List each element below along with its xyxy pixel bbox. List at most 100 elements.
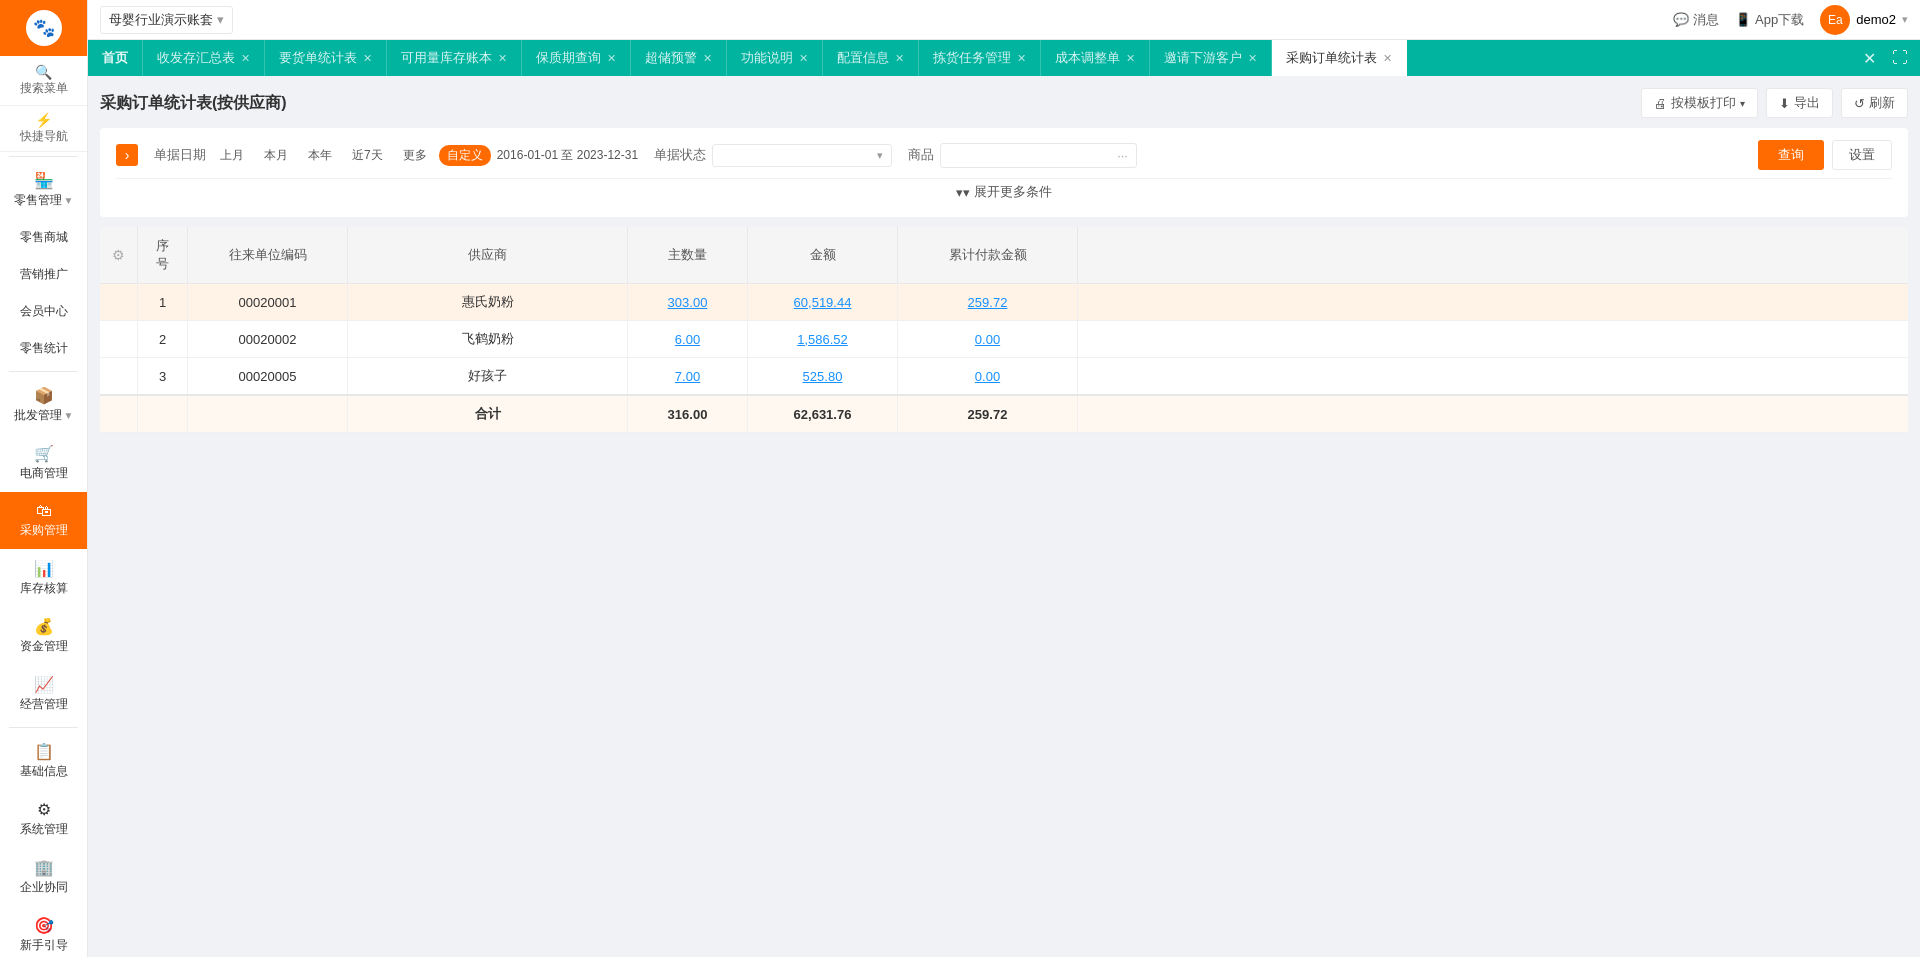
row-paid-cell[interactable]: 0.00: [898, 358, 1078, 396]
sidebar-item-finance[interactable]: 💰 资金管理: [0, 607, 87, 665]
sidebar-item-purchase[interactable]: 🛍 采购管理: [0, 492, 87, 549]
row-no-cell: 1: [138, 284, 188, 321]
sidebar-item-newbie[interactable]: 🎯 新手引导: [0, 906, 87, 957]
sidebar-item-retail-stat[interactable]: 零售统计: [0, 330, 87, 367]
avatar: Ea: [1820, 5, 1850, 35]
sidebar-item-marketing[interactable]: 营销推广: [0, 256, 87, 293]
tabbar-actions: ✕ ⛶: [1859, 45, 1920, 72]
sidebar-item-enterprise[interactable]: 🏢 企业协同: [0, 848, 87, 906]
sidebar-item-search[interactable]: 🔍 搜索菜单: [0, 56, 87, 106]
sidebar-item-quick-nav[interactable]: ⚡ 快捷导航: [0, 106, 87, 152]
workspace-arrow-icon: ▾: [217, 12, 224, 27]
col-settings-header[interactable]: ⚙: [100, 227, 138, 284]
tab-picking-task[interactable]: 拣货任务管理 ✕: [919, 40, 1041, 76]
close-icon[interactable]: ✕: [607, 52, 616, 65]
row-qty-cell[interactable]: 6.00: [628, 321, 748, 358]
settings-button[interactable]: 设置: [1832, 140, 1892, 170]
maximize-icon[interactable]: ⛶: [1888, 45, 1912, 71]
operations-icon: 📈: [34, 675, 54, 694]
data-table-wrap: ⚙ 序号 往来单位编码 供应商 主数量 金额 累计付款金额 1 00020001…: [100, 227, 1908, 433]
divider: [9, 371, 79, 372]
sidebar-item-system[interactable]: ⚙ 系统管理: [0, 790, 87, 848]
shortcut-more[interactable]: 更多: [395, 145, 435, 166]
tab-shelf-life[interactable]: 保质期查询 ✕: [522, 40, 631, 76]
column-settings-icon[interactable]: ⚙: [112, 247, 125, 263]
tab-function-guide[interactable]: 功能说明 ✕: [727, 40, 823, 76]
footer-qty-cell: 316.00: [628, 395, 748, 433]
tab-purchase-summary[interactable]: 采购订单统计表 ✕: [1272, 40, 1407, 76]
shortcut-7days[interactable]: 近7天: [344, 145, 391, 166]
sidebar-item-ecommerce[interactable]: 🛒 电商管理: [0, 434, 87, 492]
sidebar-logo: 🐾: [0, 0, 87, 56]
close-icon[interactable]: ✕: [895, 52, 904, 65]
footer-code-cell: [188, 395, 348, 433]
footer-no-cell: [138, 395, 188, 433]
user-menu[interactable]: Ea demo2 ▾: [1820, 5, 1908, 35]
table-row[interactable]: 1 00020001 惠氏奶粉 303.00 60,519.44 259.72: [100, 284, 1908, 321]
tab-receive-summary[interactable]: 收发存汇总表 ✕: [143, 40, 265, 76]
sidebar-item-inventory[interactable]: 📊 库存核算: [0, 549, 87, 607]
row-amount-cell[interactable]: 60,519.44: [748, 284, 898, 321]
close-icon[interactable]: ✕: [703, 52, 712, 65]
table-row[interactable]: 2 00020002 飞鹤奶粉 6.00 1,586.52 0.00: [100, 321, 1908, 358]
refresh-icon: ↺: [1854, 96, 1865, 111]
status-select[interactable]: ▾: [712, 144, 892, 167]
shortcut-custom[interactable]: 自定义: [439, 145, 491, 166]
sidebar-item-retail[interactable]: 🏪 零售管理 ▼: [0, 161, 87, 219]
tab-config-info[interactable]: 配置信息 ✕: [823, 40, 919, 76]
close-icon[interactable]: ✕: [1248, 52, 1257, 65]
table-row[interactable]: 3 00020005 好孩子 7.00 525.80 0.00: [100, 358, 1908, 396]
tab-available-inventory[interactable]: 可用量库存账本 ✕: [387, 40, 522, 76]
phone-icon: 📱: [1735, 12, 1751, 27]
goods-input[interactable]: [949, 148, 1117, 163]
topbar: 母婴行业演示账套 ▾ 💬 消息 📱 App下载 Ea demo2 ▾: [88, 0, 1920, 40]
col-qty-header: 主数量: [628, 227, 748, 284]
tab-cost-adjust[interactable]: 成本调整单 ✕: [1041, 40, 1150, 76]
close-all-tabs-icon[interactable]: ✕: [1859, 45, 1880, 72]
close-icon[interactable]: ✕: [1126, 52, 1135, 65]
message-button[interactable]: 💬 消息: [1673, 11, 1719, 29]
row-settings-cell: [100, 321, 138, 358]
export-button[interactable]: ⬇ 导出: [1766, 88, 1833, 118]
shortcut-this-year[interactable]: 本年: [300, 145, 340, 166]
tab-overstock-warning[interactable]: 超储预警 ✕: [631, 40, 727, 76]
row-code-cell: 00020002: [188, 321, 348, 358]
sidebar-item-operations[interactable]: 📈 经营管理: [0, 665, 87, 723]
sidebar-item-basics[interactable]: 📋 基础信息: [0, 732, 87, 790]
filter-toggle-button[interactable]: ›: [116, 144, 138, 166]
expand-more-button[interactable]: ▾▾ 展开更多条件: [116, 178, 1892, 205]
tab-home[interactable]: 首页: [88, 40, 143, 76]
row-amount-cell[interactable]: 525.80: [748, 358, 898, 396]
row-supplier-cell: 惠氏奶粉: [348, 284, 628, 321]
sidebar-item-member[interactable]: 会员中心: [0, 293, 87, 330]
shortcut-this-month[interactable]: 本月: [256, 145, 296, 166]
tab-invite-downstream[interactable]: 邀请下游客户 ✕: [1150, 40, 1272, 76]
close-icon[interactable]: ✕: [1383, 52, 1392, 65]
sidebar-item-wholesale[interactable]: 📦 批发管理 ▼: [0, 376, 87, 434]
row-qty-cell[interactable]: 7.00: [628, 358, 748, 396]
print-button[interactable]: 🖨 按模板打印 ▾: [1641, 88, 1758, 118]
shortcut-last-month[interactable]: 上月: [212, 145, 252, 166]
close-icon[interactable]: ✕: [363, 52, 372, 65]
row-qty-cell[interactable]: 303.00: [628, 284, 748, 321]
refresh-button[interactable]: ↺ 刷新: [1841, 88, 1908, 118]
sidebar-item-retail-shop[interactable]: 零售商城: [0, 219, 87, 256]
wholesale-icon: 📦: [34, 386, 54, 405]
close-icon[interactable]: ✕: [799, 52, 808, 65]
footer-settings-cell: [100, 395, 138, 433]
app-download-button[interactable]: 📱 App下载: [1735, 11, 1804, 29]
close-icon[interactable]: ✕: [241, 52, 250, 65]
status-arrow-icon: ▾: [877, 149, 883, 162]
main-area: 母婴行业演示账套 ▾ 💬 消息 📱 App下载 Ea demo2 ▾ 首页: [88, 0, 1920, 957]
tab-requisition-summary[interactable]: 要货单统计表 ✕: [265, 40, 387, 76]
workspace-selector[interactable]: 母婴行业演示账套 ▾: [100, 6, 233, 34]
close-icon[interactable]: ✕: [1017, 52, 1026, 65]
expand-icon: ▾▾: [956, 185, 970, 200]
goods-more-icon[interactable]: ···: [1117, 148, 1128, 163]
row-paid-cell[interactable]: 259.72: [898, 284, 1078, 321]
row-amount-cell[interactable]: 1,586.52: [748, 321, 898, 358]
row-code-cell: 00020005: [188, 358, 348, 396]
query-button[interactable]: 查询: [1758, 140, 1824, 170]
row-paid-cell[interactable]: 0.00: [898, 321, 1078, 358]
close-icon[interactable]: ✕: [498, 52, 507, 65]
